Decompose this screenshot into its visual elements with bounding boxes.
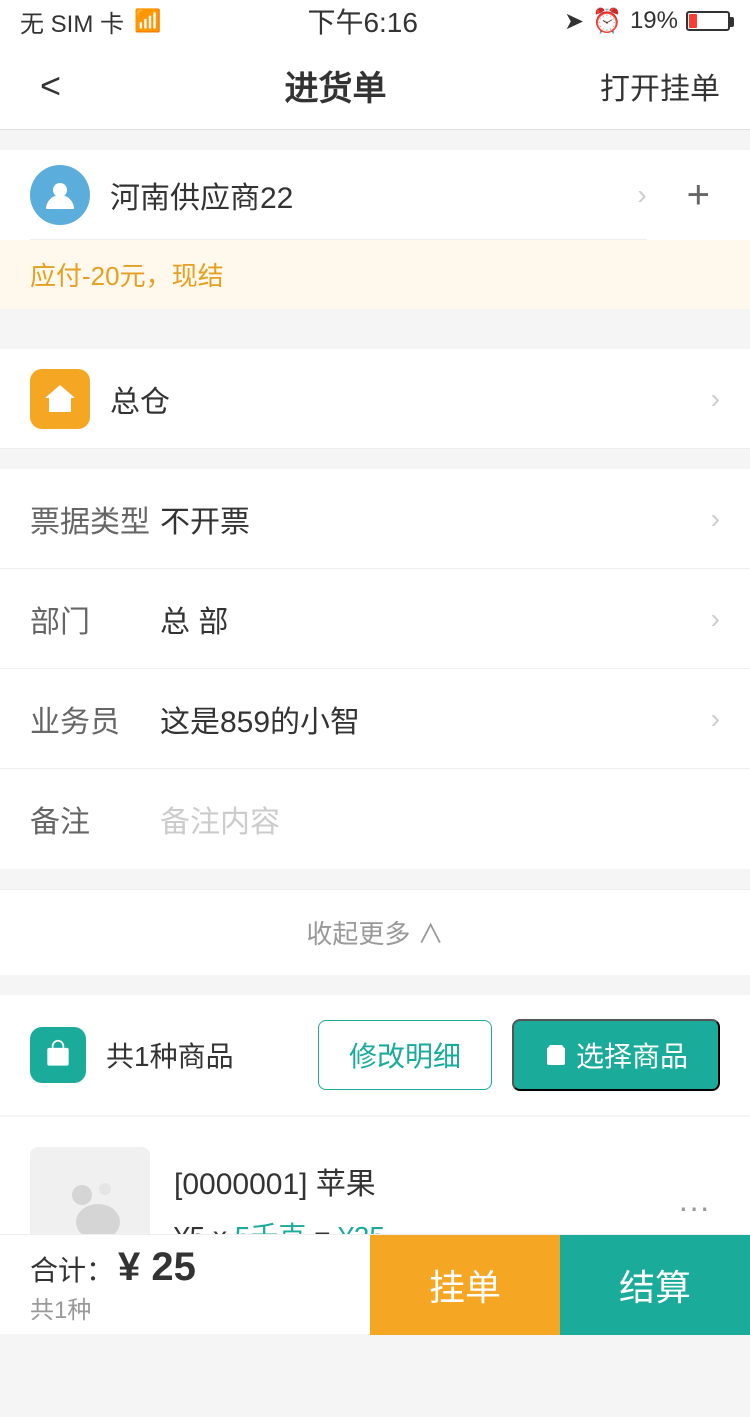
supplier-row[interactable]: 河南供应商22 › [30,150,647,240]
product-title: 苹果 [316,1168,376,1201]
remark-row[interactable]: 备注 备注内容 [0,769,750,869]
status-left: 无 SIM 卡 📶 [20,4,161,39]
form-fields-section: 票据类型 不开票 › 部门 总 部 › 业务员 这是859的小智 › 备注 备注… [0,469,750,869]
supplier-section: 河南供应商22 › + [0,150,750,240]
supplier-chevron-icon: › [637,179,646,211]
products-header: 共1种商品 修改明细 选择商品 [0,995,750,1115]
select-products-button[interactable]: 选择商品 [512,1019,720,1091]
total-section: 合计： ¥ 25 共1种 [0,1245,370,1325]
products-icon-bg [30,1027,86,1083]
warehouse-icon-bg [30,369,90,429]
invoice-type-label: 票据类型 [30,497,160,541]
warehouse-row[interactable]: 总仓 › [0,349,750,449]
person-icon [42,177,78,213]
battery-percent: 19% [630,7,678,35]
status-right: ➤ ⏰ 19% [564,7,730,36]
alarm-icon: ⏰ [592,7,622,36]
warehouse-name: 总仓 [110,377,711,421]
product-name: [0000001] 苹果 [174,1159,644,1203]
warehouse-chevron-icon: › [711,383,720,415]
supplier-name: 河南供应商22 [110,173,637,217]
collapse-bar[interactable]: 收起更多 ∧ [0,889,750,975]
edit-details-button[interactable]: 修改明细 [318,1020,492,1090]
salesman-chevron-icon: › [711,703,720,735]
status-time: 下午6:16 [307,1,418,41]
cart-icon [544,1043,568,1067]
notice-bar: 应付-20元，现结 [0,240,750,309]
location-icon: ➤ [564,7,584,36]
bottom-bar: 合计： ¥ 25 共1种 挂单 结算 [0,1234,750,1334]
open-hang-button[interactable]: 打开挂单 [600,64,720,108]
battery-icon [686,11,730,31]
remark-label: 备注 [30,797,160,841]
supplier-avatar [30,165,90,225]
department-label: 部门 [30,597,160,641]
hang-button[interactable]: 挂单 [370,1235,560,1335]
warehouse-divider [0,309,750,329]
house-icon [42,381,78,417]
checkout-button[interactable]: 结算 [560,1235,750,1335]
wifi-icon: 📶 [134,8,161,34]
product-more-button[interactable]: ··· [668,1179,720,1236]
invoice-type-value: 不开票 [160,497,711,541]
total-label: 合计： [30,1249,114,1289]
remark-value: 备注内容 [160,797,720,841]
department-chevron-icon: › [711,603,720,635]
invoice-type-chevron-icon: › [711,503,720,535]
nav-bar: < 进货单 打开挂单 [0,42,750,130]
total-amount: ¥ 25 [118,1245,196,1290]
invoice-type-row[interactable]: 票据类型 不开票 › [0,469,750,569]
salesman-row[interactable]: 业务员 这是859的小智 › [0,669,750,769]
total-sub: 共1种 [30,1290,340,1325]
page-title: 进货单 [285,61,387,110]
salesman-value: 这是859的小智 [160,697,711,741]
add-supplier-button[interactable]: + [677,173,720,218]
department-value: 总 部 [160,597,711,641]
department-row[interactable]: 部门 总 部 › [0,569,750,669]
status-bar: 无 SIM 卡 📶 下午6:16 ➤ ⏰ 19% [0,0,750,42]
bag-icon [42,1039,74,1071]
top-divider [0,130,750,150]
salesman-label: 业务员 [30,697,160,741]
back-button[interactable]: < [30,55,71,117]
select-products-label: 选择商品 [576,1035,688,1075]
products-count: 共1种商品 [106,1035,298,1075]
carrier-text: 无 SIM 卡 [20,4,124,39]
product-code: [0000001] [174,1168,307,1201]
